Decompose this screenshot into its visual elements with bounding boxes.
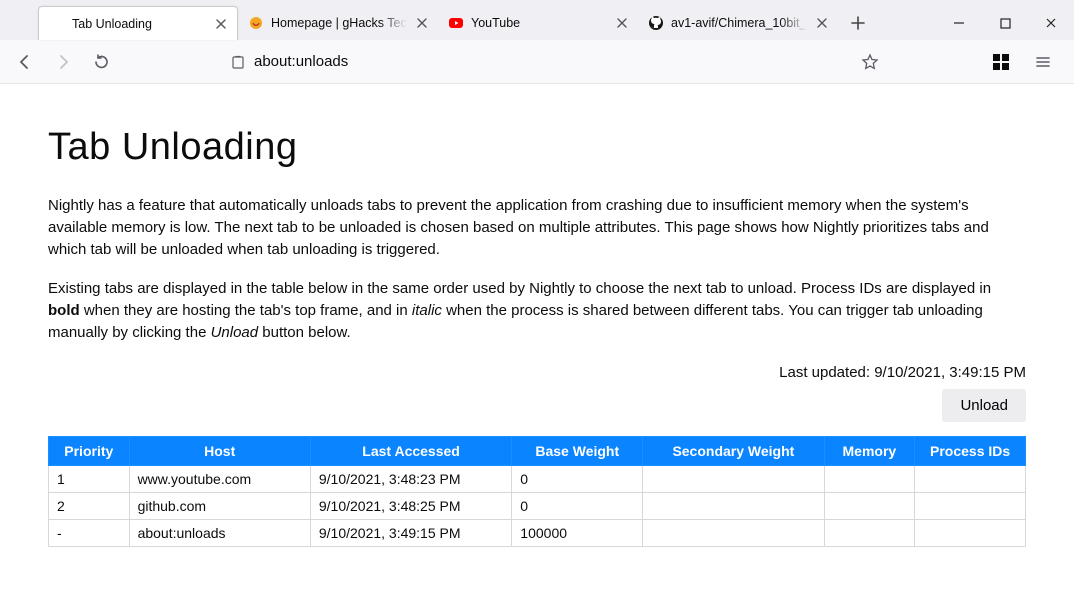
unload-button-row: Unload	[48, 389, 1026, 422]
tabs-container: Tab Unloading Homepage | gHacks Technolog…	[38, 6, 838, 40]
identity-icon	[230, 55, 246, 69]
col-secondary-weight: Secondary Weight	[643, 436, 824, 465]
table-row: 2github.com9/10/2021, 3:48:25 PM0	[49, 492, 1026, 519]
col-process-ids: Process IDs	[915, 436, 1026, 465]
window-close-button[interactable]	[1028, 6, 1074, 40]
cell-base-weight: 100000	[512, 519, 643, 546]
tab-favicon	[648, 15, 664, 31]
app-menu-button[interactable]	[1026, 45, 1060, 79]
toolbar-right	[984, 45, 1066, 79]
cell-base-weight: 0	[512, 492, 643, 519]
tab-favicon	[448, 15, 464, 31]
last-updated-label: Last updated:	[779, 364, 874, 381]
col-host: Host	[129, 436, 310, 465]
page-content: Tab Unloading Nightly has a feature that…	[0, 84, 1074, 571]
new-tab-button[interactable]	[842, 6, 874, 40]
browser-tab[interactable]: av1-avif/Chimera_10bit_cropped	[638, 6, 838, 40]
cell-host: github.com	[129, 492, 310, 519]
cell-secondary-weight	[643, 465, 824, 492]
navigation-toolbar: about:unloads	[0, 40, 1074, 84]
window-controls	[936, 6, 1074, 40]
window-minimize-button[interactable]	[936, 6, 982, 40]
tab-close-icon[interactable]	[614, 15, 630, 31]
col-priority: Priority	[49, 436, 130, 465]
cell-process-ids	[915, 492, 1026, 519]
cell-memory	[824, 465, 915, 492]
tab-strip: Tab Unloading Homepage | gHacks Technolog…	[0, 0, 1074, 40]
cell-host: www.youtube.com	[129, 465, 310, 492]
browser-tab[interactable]: YouTube	[438, 6, 638, 40]
tab-close-icon[interactable]	[414, 15, 430, 31]
col-memory: Memory	[824, 436, 915, 465]
tab-label: av1-avif/Chimera_10bit_cropped	[671, 16, 807, 30]
tab-favicon	[248, 15, 264, 31]
back-button[interactable]	[8, 45, 42, 79]
intro-paragraph-2: Existing tabs are displayed in the table…	[48, 278, 1026, 343]
table-row: 1www.youtube.com9/10/2021, 3:48:23 PM0	[49, 465, 1026, 492]
cell-priority: 1	[49, 465, 130, 492]
cell-last-accessed: 9/10/2021, 3:49:15 PM	[310, 519, 511, 546]
extension-tiles-button[interactable]	[984, 45, 1018, 79]
tab-label: Homepage | gHacks Technology	[271, 16, 407, 30]
bookmark-star-icon[interactable]	[858, 53, 882, 71]
col-last-accessed: Last Accessed	[310, 436, 511, 465]
last-updated-value: 9/10/2021, 3:49:15 PM	[874, 364, 1026, 381]
cell-base-weight: 0	[512, 465, 643, 492]
table-header-row: Priority Host Last Accessed Base Weight …	[49, 436, 1026, 465]
tab-priority-table: Priority Host Last Accessed Base Weight …	[48, 436, 1026, 547]
browser-tab[interactable]: Tab Unloading	[38, 6, 238, 40]
tab-close-icon[interactable]	[213, 16, 229, 32]
browser-tab[interactable]: Homepage | gHacks Technology	[238, 6, 438, 40]
unload-button[interactable]: Unload	[942, 389, 1026, 422]
tab-close-icon[interactable]	[814, 15, 830, 31]
cell-process-ids	[915, 519, 1026, 546]
url-text: about:unloads	[254, 53, 850, 70]
cell-secondary-weight	[643, 519, 824, 546]
tab-label: Tab Unloading	[72, 17, 206, 31]
page-title: Tab Unloading	[48, 126, 1026, 169]
cell-host: about:unloads	[129, 519, 310, 546]
tab-favicon	[49, 16, 65, 32]
forward-button[interactable]	[46, 45, 80, 79]
cell-priority: -	[49, 519, 130, 546]
reload-button[interactable]	[84, 45, 118, 79]
window-maximize-button[interactable]	[982, 6, 1028, 40]
cell-priority: 2	[49, 492, 130, 519]
cell-process-ids	[915, 465, 1026, 492]
tab-label: YouTube	[471, 16, 607, 30]
tiles-icon	[993, 54, 1009, 70]
col-base-weight: Base Weight	[512, 436, 643, 465]
cell-last-accessed: 9/10/2021, 3:48:23 PM	[310, 465, 511, 492]
intro-paragraph-1: Nightly has a feature that automatically…	[48, 195, 1026, 260]
url-bar[interactable]: about:unloads	[222, 46, 890, 78]
cell-memory	[824, 519, 915, 546]
cell-secondary-weight	[643, 492, 824, 519]
table-row: -about:unloads9/10/2021, 3:49:15 PM10000…	[49, 519, 1026, 546]
last-updated: Last updated: 9/10/2021, 3:49:15 PM	[48, 364, 1026, 381]
cell-last-accessed: 9/10/2021, 3:48:25 PM	[310, 492, 511, 519]
cell-memory	[824, 492, 915, 519]
